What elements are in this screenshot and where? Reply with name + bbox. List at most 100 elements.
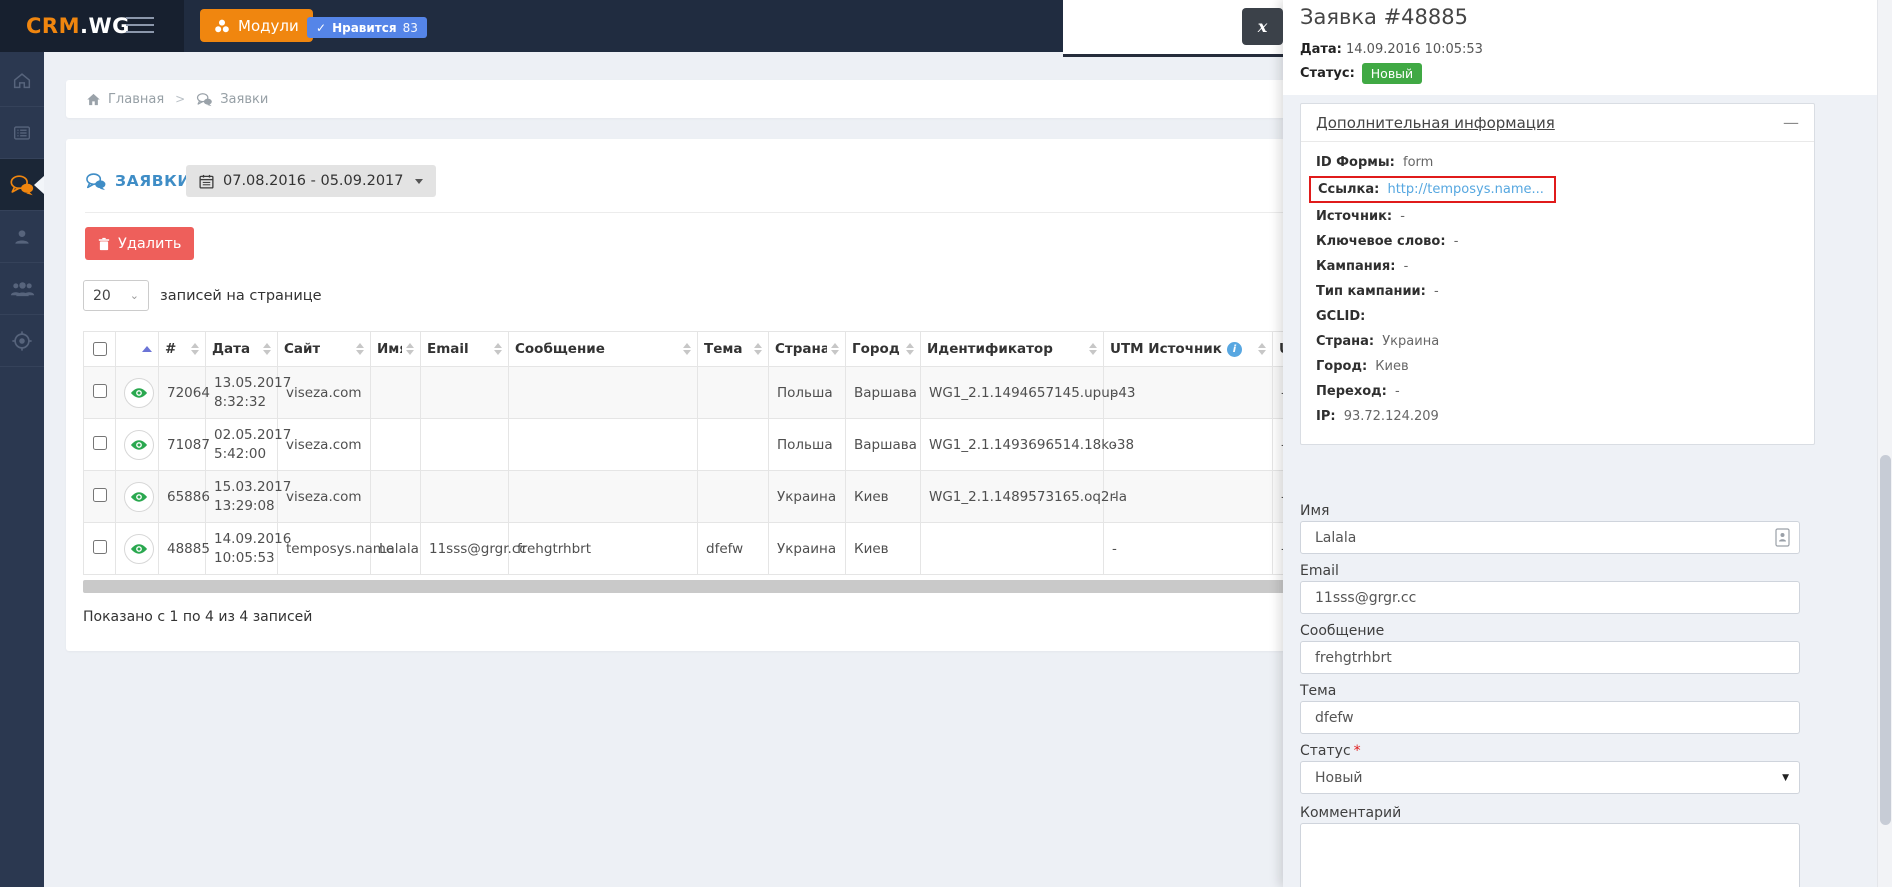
view-button[interactable] (124, 481, 154, 512)
horizontal-scrollbar[interactable] (83, 580, 1412, 593)
facebook-like-button[interactable]: ✓ Нравится 83 (307, 17, 427, 38)
select-caret-icon: ▼ (1782, 772, 1789, 783)
name-cell (370, 470, 421, 523)
column-header-identifier[interactable]: Идентификатор (920, 331, 1104, 367)
column-header-id[interactable]: # (158, 331, 206, 367)
modules-button[interactable]: Модули (200, 9, 313, 42)
logo-block: CRM.WG (0, 0, 184, 52)
subject-cell (697, 470, 769, 523)
row-checkbox[interactable] (92, 435, 107, 450)
sidebar-item-list[interactable] (0, 107, 44, 159)
info-field-row: Ключевое слово: - (1316, 234, 1799, 249)
chat-icon (85, 172, 107, 191)
close-panel-button[interactable]: x (1242, 8, 1283, 45)
email-cell (420, 418, 509, 471)
column-header-select (83, 331, 116, 367)
column-label: Имя (377, 341, 402, 357)
select-all-checkbox[interactable] (92, 342, 107, 356)
sort-arrows-icon[interactable] (1089, 343, 1097, 355)
sidebar-item-settings[interactable] (0, 315, 44, 367)
view-button[interactable] (124, 429, 154, 460)
sort-arrows-icon[interactable] (494, 343, 502, 355)
trash-icon (98, 237, 110, 251)
name-input[interactable] (1300, 521, 1800, 554)
view-button[interactable] (124, 533, 154, 564)
message-input[interactable] (1300, 641, 1800, 674)
sidebar-item-home[interactable] (0, 55, 44, 107)
panel-scrollbar-thumb[interactable] (1880, 455, 1891, 825)
info-field-value: Киев (1375, 359, 1409, 374)
info-field-value: - (1403, 259, 1409, 274)
info-field-label: Город: (1316, 359, 1368, 374)
per-page-select[interactable]: 20 ⌄ (83, 280, 149, 311)
sidebar-item-user[interactable] (0, 211, 44, 263)
info-field-label: Переход: (1316, 384, 1387, 399)
required-asterisk: * (1353, 743, 1361, 759)
table-row: 71087 02.05.2017 5:42:00 viseza.com Польша Ва… (83, 418, 1413, 471)
breadcrumb-home[interactable]: Главная (108, 92, 164, 107)
email-input[interactable] (1300, 581, 1800, 614)
users-icon (10, 279, 35, 299)
chevron-down-icon: ⌄ (129, 289, 139, 302)
additional-info-title[interactable]: Дополнительная информация (1316, 114, 1555, 132)
view-button[interactable] (124, 377, 154, 408)
chat-icon (196, 92, 213, 107)
column-header-utm_source[interactable]: UTM Источник i (1103, 331, 1273, 367)
like-count: 83 (402, 20, 418, 35)
column-header-email[interactable]: Email (420, 331, 509, 367)
source-link[interactable]: http://temposys.name... (1387, 182, 1543, 197)
info-field-label: IP: (1316, 409, 1336, 424)
red-highlight-box: Ссылка: http://temposys.name... (1309, 176, 1556, 203)
message-cell (508, 366, 698, 419)
sidebar-item-users[interactable] (0, 263, 44, 315)
subject-input[interactable] (1300, 701, 1800, 734)
sidebar-item-requests[interactable] (0, 159, 44, 211)
status-select[interactable]: Новый ▼ (1300, 761, 1800, 794)
email-cell (420, 366, 509, 419)
name-cell (370, 366, 421, 419)
country-cell: Украина (768, 522, 846, 575)
app-logo[interactable]: CRM.WG (26, 14, 130, 38)
list-icon (11, 122, 33, 144)
top-navbar: CRM.WG Модули ✓ Нравится 83 (0, 0, 1063, 52)
sort-arrows-icon[interactable] (831, 343, 839, 355)
sort-arrows-icon[interactable] (406, 343, 414, 355)
delete-button[interactable]: Удалить (85, 227, 195, 260)
site-cell: temposys.name (277, 522, 394, 575)
date-range-button[interactable]: 07.08.2016 - 05.09.2017 (186, 165, 436, 197)
comment-textarea[interactable] (1300, 823, 1800, 887)
column-header-site[interactable]: Сайт (277, 331, 371, 367)
column-header-name[interactable]: Имя (370, 331, 421, 367)
like-label: Нравится (332, 20, 397, 35)
collapse-icon[interactable]: — (1783, 113, 1799, 132)
row-checkbox[interactable] (92, 539, 107, 554)
table-row: 48885 14.09.2016 10:05:53 temposys.name Lala… (83, 522, 1413, 575)
sort-arrows-icon[interactable] (683, 343, 691, 355)
per-page-label: записей на странице (160, 287, 322, 304)
city-cell: Варшава (845, 418, 921, 471)
sort-arrows-icon[interactable] (191, 343, 199, 355)
hamburger-icon[interactable] (126, 17, 154, 33)
sort-arrows-icon[interactable] (356, 343, 364, 355)
row-checkbox[interactable] (92, 383, 107, 398)
sort-arrows-icon[interactable] (1258, 343, 1266, 355)
breadcrumb-requests[interactable]: Заявки (220, 92, 268, 107)
breadcrumb-separator: > (175, 92, 186, 106)
view-cell (115, 418, 159, 471)
requests-table: # Дата Сайт Имя Email Сообщение Тема Страна Горо… (83, 331, 1413, 575)
column-header-subject[interactable]: Тема (697, 331, 769, 367)
row-checkbox[interactable] (92, 487, 107, 502)
column-header-message[interactable]: Сообщение (508, 331, 698, 367)
column-header-city[interactable]: Город (845, 331, 921, 367)
sort-arrows-icon[interactable] (906, 343, 914, 355)
sort-arrows-icon[interactable] (263, 343, 271, 355)
info-icon[interactable]: i (1226, 341, 1242, 357)
sort-asc-icon[interactable] (142, 346, 152, 352)
column-label: # (165, 341, 177, 357)
sort-arrows-icon[interactable] (754, 343, 762, 355)
panel-scrollbar[interactable] (1877, 0, 1892, 887)
eye-icon (130, 543, 148, 555)
column-header-date[interactable]: Дата (205, 331, 278, 367)
column-header-country[interactable]: Страна (768, 331, 846, 367)
date-label: Дата: (1300, 42, 1342, 57)
